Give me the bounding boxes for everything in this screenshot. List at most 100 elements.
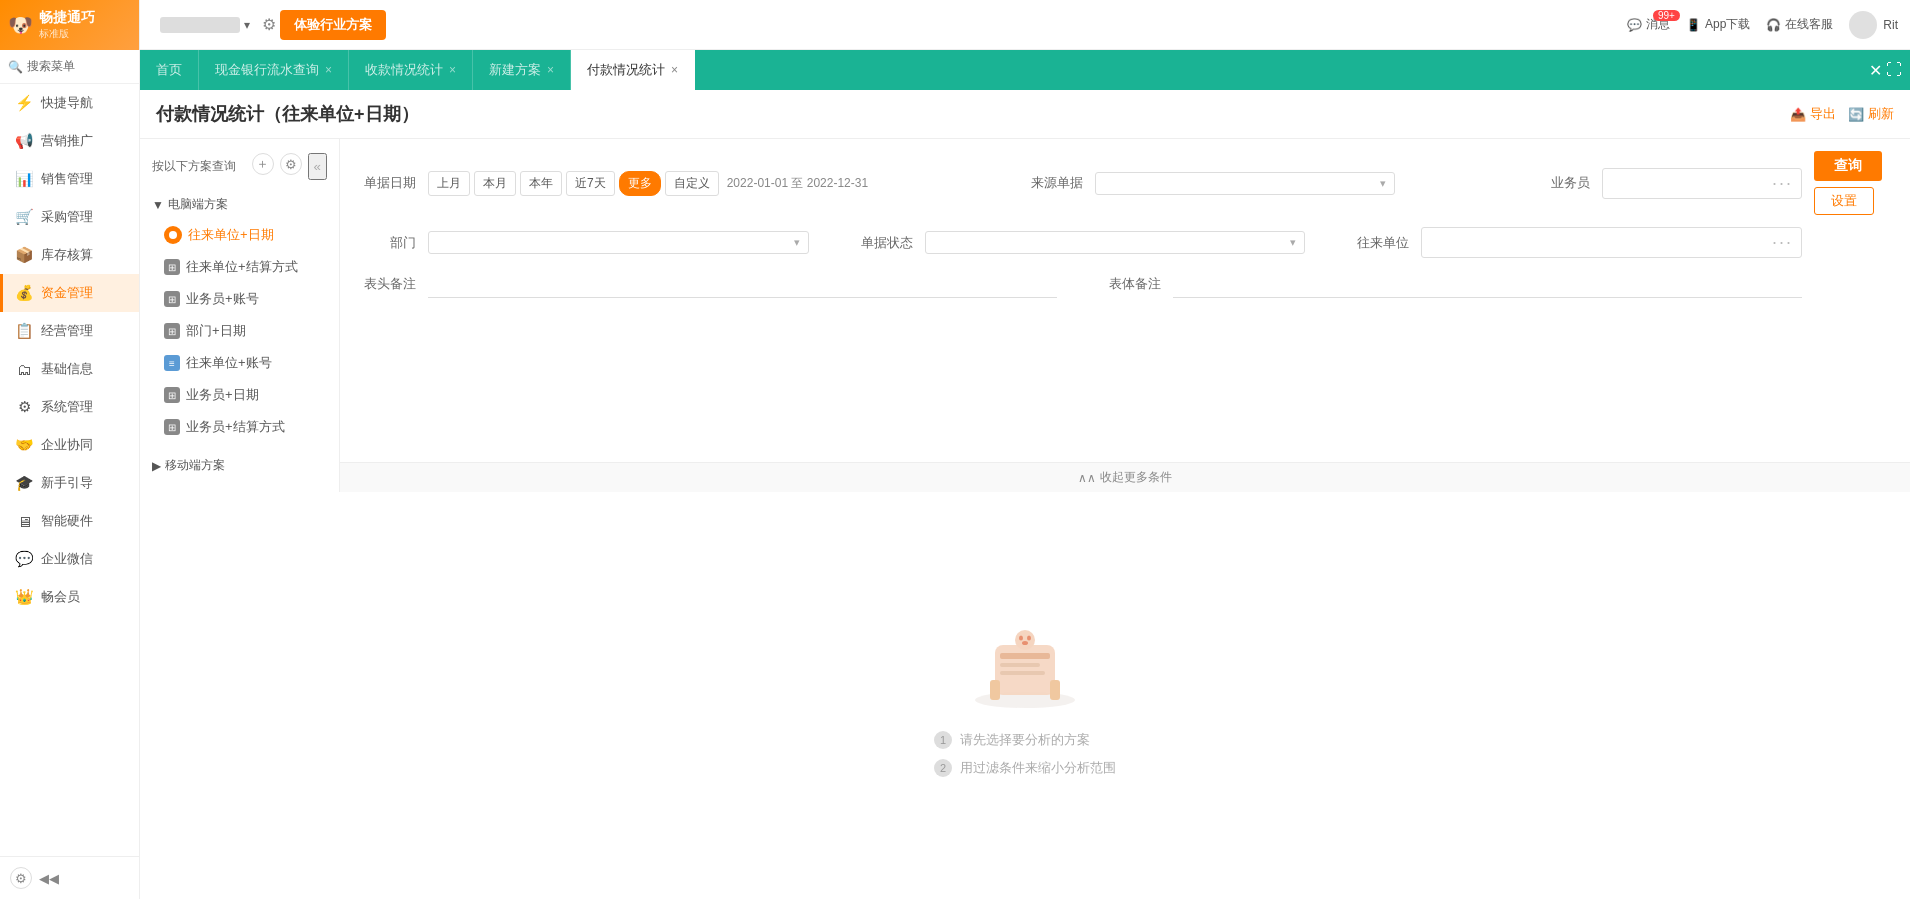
empty-illustration <box>965 615 1085 715</box>
footer-collapse-btn[interactable]: ◀◀ <box>38 867 60 889</box>
sidebar-item-collab[interactable]: 🤝 企业协同 <box>0 426 139 464</box>
finance-icon: 💰 <box>15 284 33 302</box>
scheme-item-partner-date[interactable]: 往来单位+日期 <box>140 219 339 251</box>
date-btn-this-month[interactable]: 本月 <box>474 171 516 196</box>
tab-receipt-stats[interactable]: 收款情况统计 × <box>349 50 473 90</box>
scheme-collapse-btn[interactable]: « <box>308 153 327 180</box>
service-icon: 🎧 <box>1766 18 1781 32</box>
tab-receipt-close[interactable]: × <box>449 63 456 77</box>
topbar-right: 💬 消息 99+ 📱 App下载 🎧 在线客服 Rit <box>1627 11 1898 39</box>
collapse-bar[interactable]: ∧∧ 收起更多条件 <box>340 462 1910 492</box>
doc-status-chevron: ▾ <box>1290 236 1296 249</box>
sidebar-item-hardware[interactable]: 🖥 智能硬件 <box>0 502 139 540</box>
mobile-section-title[interactable]: ▶ 移动端方案 <box>140 451 339 480</box>
sidebar-item-operation[interactable]: 📋 经营管理 <box>0 312 139 350</box>
topbar-service[interactable]: 🎧 在线客服 <box>1766 16 1833 33</box>
scheme-item-salesman-date[interactable]: ⊞ 业务员+日期 <box>140 379 339 411</box>
date-options: 上月 本月 本年 近7天 更多 自定义 2022-01-01 至 2022-12… <box>428 171 868 196</box>
partner-select[interactable]: ··· <box>1421 227 1802 258</box>
scheme-desktop-title[interactable]: ▼ 电脑端方案 <box>140 190 339 219</box>
tab-new-scheme[interactable]: 新建方案 × <box>473 50 571 90</box>
export-btn[interactable]: 📤 导出 <box>1790 105 1836 123</box>
svg-rect-2 <box>995 645 1055 695</box>
tabbar: 首页 现金银行流水查询 × 收款情况统计 × 新建方案 × 付款情况统计 × ✕… <box>140 50 1910 90</box>
scheme-item-partner-settle[interactable]: ⊞ 往来单位+结算方式 <box>140 251 339 283</box>
source-label: 来源单据 <box>1023 174 1083 192</box>
date-btn-7days[interactable]: 近7天 <box>566 171 615 196</box>
sidebar-logo-text: 畅捷通巧 <box>39 9 95 27</box>
scheme-item-dept-date[interactable]: ⊞ 部门+日期 <box>140 315 339 347</box>
collapse-up-icon: ∧∧ <box>1078 471 1096 485</box>
system-icon: ⚙ <box>15 398 33 416</box>
tab-close-all-btn[interactable]: ✕ <box>1869 61 1882 80</box>
nav-icon: ⚡ <box>15 94 33 112</box>
sidebar-item-member[interactable]: 👑 畅会员 <box>0 578 139 616</box>
source-select[interactable]: ▾ <box>1095 172 1395 195</box>
mobile-label: 移动端方案 <box>165 457 225 474</box>
filter-settings-btn[interactable]: 设置 <box>1814 187 1874 215</box>
company-selector[interactable]: ▾ <box>152 13 258 37</box>
tab-payment-close[interactable]: × <box>671 63 678 77</box>
scheme-item-salesman-settle[interactable]: ⊞ 业务员+结算方式 <box>140 411 339 443</box>
refresh-btn[interactable]: 🔄 刷新 <box>1848 105 1894 123</box>
doc-status-select[interactable]: ▾ <box>925 231 1306 254</box>
topbar-app-download[interactable]: 📱 App下载 <box>1686 16 1750 33</box>
sidebar-item-wechat[interactable]: 💬 企业微信 <box>0 540 139 578</box>
sidebar-item-label: 资金管理 <box>41 284 93 302</box>
sidebar-item-sales[interactable]: 📊 销售管理 <box>0 160 139 198</box>
mobile-arrow: ▶ <box>152 459 161 473</box>
dept-select[interactable]: ▾ <box>428 231 809 254</box>
trial-btn[interactable]: 体验行业方案 <box>280 10 386 40</box>
table-icon: ⊞ <box>164 259 180 275</box>
body-note-input[interactable] <box>1173 270 1802 298</box>
date-btn-more[interactable]: 更多 <box>619 171 661 196</box>
tab-bank-flow[interactable]: 现金银行流水查询 × <box>199 50 349 90</box>
content: 付款情况统计（往来单位+日期） 📤 导出 🔄 刷新 按以下方案查询 ＋ <box>140 90 1910 899</box>
date-range: 2022-01-01 至 2022-12-31 <box>727 175 868 192</box>
topbar-messages[interactable]: 💬 消息 99+ <box>1627 16 1670 33</box>
scheme-item-salesman-account[interactable]: ⊞ 业务员+账号 <box>140 283 339 315</box>
scheme-header-actions: ＋ ⚙ « <box>252 153 327 180</box>
svg-rect-4 <box>1000 663 1040 667</box>
sidebar-item-inventory[interactable]: 📦 库存核算 <box>0 236 139 274</box>
sidebar-item-purchase[interactable]: 🛒 采购管理 <box>0 198 139 236</box>
tab-maximize-btn[interactable]: ⛶ <box>1886 61 1902 79</box>
header-note-input[interactable] <box>428 270 1057 298</box>
tab-bank-flow-close[interactable]: × <box>325 63 332 77</box>
sidebar-item-system[interactable]: ⚙ 系统管理 <box>0 388 139 426</box>
sidebar-item-label: 企业微信 <box>41 550 93 568</box>
basic-icon: 🗂 <box>15 360 33 378</box>
sidebar-item-finance[interactable]: 💰 资金管理 <box>0 274 139 312</box>
tip-text-1: 请先选择要分析的方案 <box>960 731 1090 749</box>
sidebar-item-guide[interactable]: 🎓 新手引导 <box>0 464 139 502</box>
collab-icon: 🤝 <box>15 436 33 454</box>
filter-row-3: 表头备注 表体备注 <box>356 270 1894 298</box>
table-icon: ⊞ <box>164 419 180 435</box>
sidebar-item-marketing[interactable]: 📢 营销推广 <box>0 122 139 160</box>
svg-point-6 <box>1015 630 1035 650</box>
footer-settings-btn[interactable]: ⚙ <box>10 867 32 889</box>
scheme-add-btn[interactable]: ＋ <box>252 153 274 175</box>
topbar-settings-icon[interactable]: ⚙ <box>262 15 276 34</box>
app-icon: 📱 <box>1686 18 1701 32</box>
main-area: ▾ ⚙ 体验行业方案 💬 消息 99+ 📱 App下载 🎧 在线客服 Rit <box>140 0 1910 899</box>
query-btn[interactable]: 查询 <box>1814 151 1882 181</box>
sidebar-item-nav[interactable]: ⚡ 快捷导航 <box>0 84 139 122</box>
salesman-select[interactable]: ··· <box>1602 168 1802 199</box>
date-btn-custom[interactable]: 自定义 <box>665 171 719 196</box>
body-note-label: 表体备注 <box>1101 275 1161 293</box>
scheme-item-partner-account[interactable]: ≡ 往来单位+账号 <box>140 347 339 379</box>
tab-payment-stats[interactable]: 付款情况统计 × <box>571 50 695 90</box>
date-btn-this-year[interactable]: 本年 <box>520 171 562 196</box>
tab-new-scheme-close[interactable]: × <box>547 63 554 77</box>
user-area[interactable]: Rit <box>1849 11 1898 39</box>
sidebar-item-basic[interactable]: 🗂 基础信息 <box>0 350 139 388</box>
scheme-item-label: 往来单位+日期 <box>188 226 274 244</box>
date-btn-last-month[interactable]: 上月 <box>428 171 470 196</box>
tab-home[interactable]: 首页 <box>140 50 199 90</box>
tab-home-label: 首页 <box>156 61 182 79</box>
partner-label: 往来单位 <box>1349 234 1409 252</box>
operation-icon: 📋 <box>15 322 33 340</box>
sidebar-search[interactable]: 🔍 搜索菜单 <box>0 50 139 84</box>
scheme-settings-btn[interactable]: ⚙ <box>280 153 302 175</box>
